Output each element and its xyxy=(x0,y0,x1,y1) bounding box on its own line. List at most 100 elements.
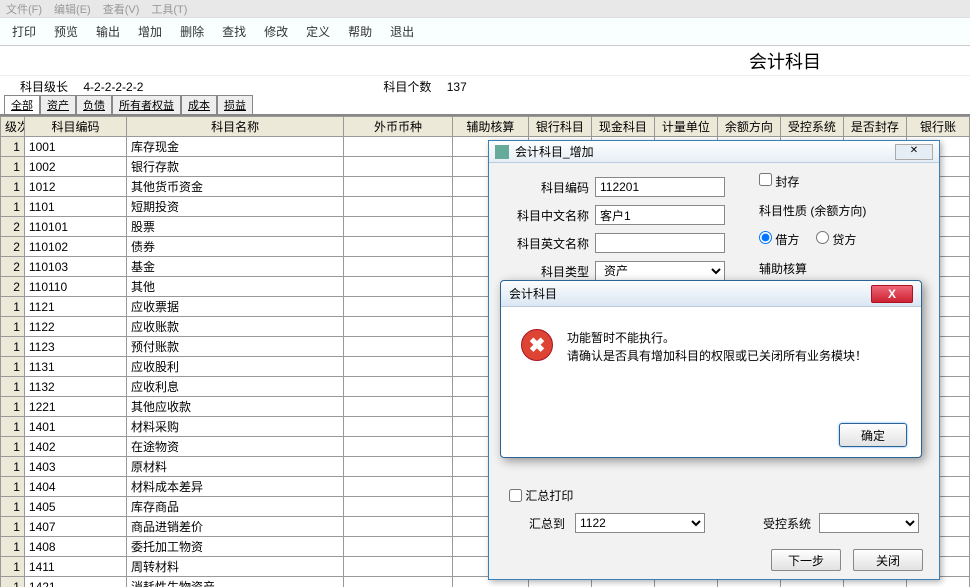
column-header[interactable]: 现金科目 xyxy=(591,117,654,137)
column-header[interactable]: 外币币种 xyxy=(344,117,453,137)
next-button[interactable]: 下一步 xyxy=(771,549,841,571)
cell-code: 110103 xyxy=(24,257,126,277)
menu-item[interactable]: 工具(T) xyxy=(151,1,187,16)
debit-radio[interactable] xyxy=(759,231,772,244)
close-icon[interactable]: ✕ xyxy=(895,144,933,160)
column-header[interactable]: 余额方向 xyxy=(717,117,780,137)
category-tabs: 全部资产负债所有者权益成本损益 xyxy=(0,96,970,116)
cell-name: 消耗性生物资产 xyxy=(127,577,344,587)
toolbar-button[interactable]: 定义 xyxy=(306,23,330,40)
row-level: 1 xyxy=(1,197,25,217)
sumto-select[interactable]: 1122 xyxy=(575,513,705,533)
type-select[interactable]: 资产 xyxy=(595,261,725,281)
cname-input[interactable] xyxy=(595,205,725,225)
error-dialog: 会计科目 X ✖ 功能暂时不能执行。 请确认是否具有增加科目的权限或已关闭所有业… xyxy=(500,280,922,458)
credit-radio[interactable] xyxy=(816,231,829,244)
cell-name: 其他 xyxy=(127,277,344,297)
column-header[interactable]: 银行账 xyxy=(906,117,969,137)
toolbar-button[interactable]: 输出 xyxy=(96,23,120,40)
toolbar-button[interactable]: 打印 xyxy=(12,23,36,40)
tab[interactable]: 资产 xyxy=(40,95,76,114)
error-titlebar[interactable]: 会计科目 X xyxy=(501,281,921,307)
toolbar: 打印 预览 输出 增加 删除 查找 修改 定义 帮助 退出 xyxy=(0,18,970,46)
cell-name: 库存现金 xyxy=(127,137,344,157)
cell-name: 库存商品 xyxy=(127,497,344,517)
column-header[interactable]: 是否封存 xyxy=(843,117,906,137)
tab[interactable]: 负债 xyxy=(76,95,112,114)
ok-button[interactable]: 确定 xyxy=(839,423,907,447)
row-level: 1 xyxy=(1,297,25,317)
cell-code: 1421 xyxy=(24,577,126,587)
tab[interactable]: 所有者权益 xyxy=(112,95,181,114)
cell xyxy=(344,297,453,317)
toolbar-button[interactable]: 帮助 xyxy=(348,23,372,40)
error-title: 会计科目 xyxy=(509,285,557,302)
toolbar-button[interactable]: 预览 xyxy=(54,23,78,40)
error-close-icon[interactable]: X xyxy=(871,285,913,303)
error-message: 功能暂时不能执行。 请确认是否具有增加科目的权限或已关闭所有业务模块！ xyxy=(567,329,867,365)
aux-label: 辅助核算 xyxy=(759,260,919,277)
toolbar-button[interactable]: 修改 xyxy=(264,23,288,40)
sumto-label: 汇总到 xyxy=(509,515,565,532)
column-header[interactable]: 科目名称 xyxy=(127,117,344,137)
cell xyxy=(344,337,453,357)
column-header[interactable]: 级次 xyxy=(1,117,25,137)
cell-name: 原材料 xyxy=(127,457,344,477)
tab[interactable]: 全部 xyxy=(4,95,40,114)
row-level: 1 xyxy=(1,357,25,377)
column-header[interactable]: 银行科目 xyxy=(528,117,591,137)
cell xyxy=(344,377,453,397)
cell-name: 应收票据 xyxy=(127,297,344,317)
menu-item[interactable]: 查看(V) xyxy=(103,1,140,16)
toolbar-button[interactable]: 查找 xyxy=(222,23,246,40)
info-row: 科目级长 4-2-2-2-2-2 科目个数 137 xyxy=(0,76,970,96)
sumprint-label: 汇总打印 xyxy=(525,487,573,504)
cell-code: 1001 xyxy=(24,137,126,157)
row-level: 1 xyxy=(1,577,25,587)
column-header[interactable]: 科目编码 xyxy=(24,117,126,137)
column-header[interactable]: 计量单位 xyxy=(654,117,717,137)
sumprint-checkbox[interactable] xyxy=(509,489,522,502)
ctrl-select[interactable] xyxy=(819,513,919,533)
column-header[interactable]: 受控系统 xyxy=(780,117,843,137)
menu-item[interactable]: 编辑(E) xyxy=(54,1,91,16)
cell xyxy=(344,237,453,257)
ename-input[interactable] xyxy=(595,233,725,253)
debit-radio-label[interactable]: 借方 xyxy=(759,233,799,247)
code-input[interactable] xyxy=(595,177,725,197)
cell-code: 1408 xyxy=(24,537,126,557)
dialog-titlebar[interactable]: 会计科目_增加 ✕ xyxy=(489,141,939,163)
close-button[interactable]: 关闭 xyxy=(853,549,923,571)
menubar: 文件(F) 编辑(E) 查看(V) 工具(T) xyxy=(0,0,970,18)
cell-code: 1411 xyxy=(24,557,126,577)
cell xyxy=(344,477,453,497)
count-value: 137 xyxy=(447,80,467,94)
cell-name: 基金 xyxy=(127,257,344,277)
row-level: 1 xyxy=(1,377,25,397)
toolbar-button[interactable]: 删除 xyxy=(180,23,204,40)
credit-radio-label[interactable]: 贷方 xyxy=(816,233,856,247)
toolbar-button[interactable]: 增加 xyxy=(138,23,162,40)
cell-name: 应收账款 xyxy=(127,317,344,337)
cell-code: 1221 xyxy=(24,397,126,417)
cell-code: 1404 xyxy=(24,477,126,497)
column-header[interactable]: 辅助核算 xyxy=(452,117,528,137)
cell xyxy=(344,437,453,457)
cell-name: 债券 xyxy=(127,237,344,257)
row-level: 2 xyxy=(1,257,25,277)
row-level: 1 xyxy=(1,457,25,477)
nature-label: 科目性质 (余额方向) xyxy=(759,202,919,219)
sealed-checkbox[interactable] xyxy=(759,173,772,186)
cell-name: 其他货币资金 xyxy=(127,177,344,197)
tab[interactable]: 成本 xyxy=(181,95,217,114)
cell-code: 1405 xyxy=(24,497,126,517)
count-label: 科目个数 xyxy=(383,80,431,94)
toolbar-button[interactable]: 退出 xyxy=(390,23,414,40)
row-level: 2 xyxy=(1,217,25,237)
menu-item[interactable]: 文件(F) xyxy=(6,1,42,16)
cell xyxy=(344,277,453,297)
tab[interactable]: 损益 xyxy=(217,95,253,114)
cell-code: 110102 xyxy=(24,237,126,257)
cell xyxy=(344,317,453,337)
cell-name: 在途物资 xyxy=(127,437,344,457)
